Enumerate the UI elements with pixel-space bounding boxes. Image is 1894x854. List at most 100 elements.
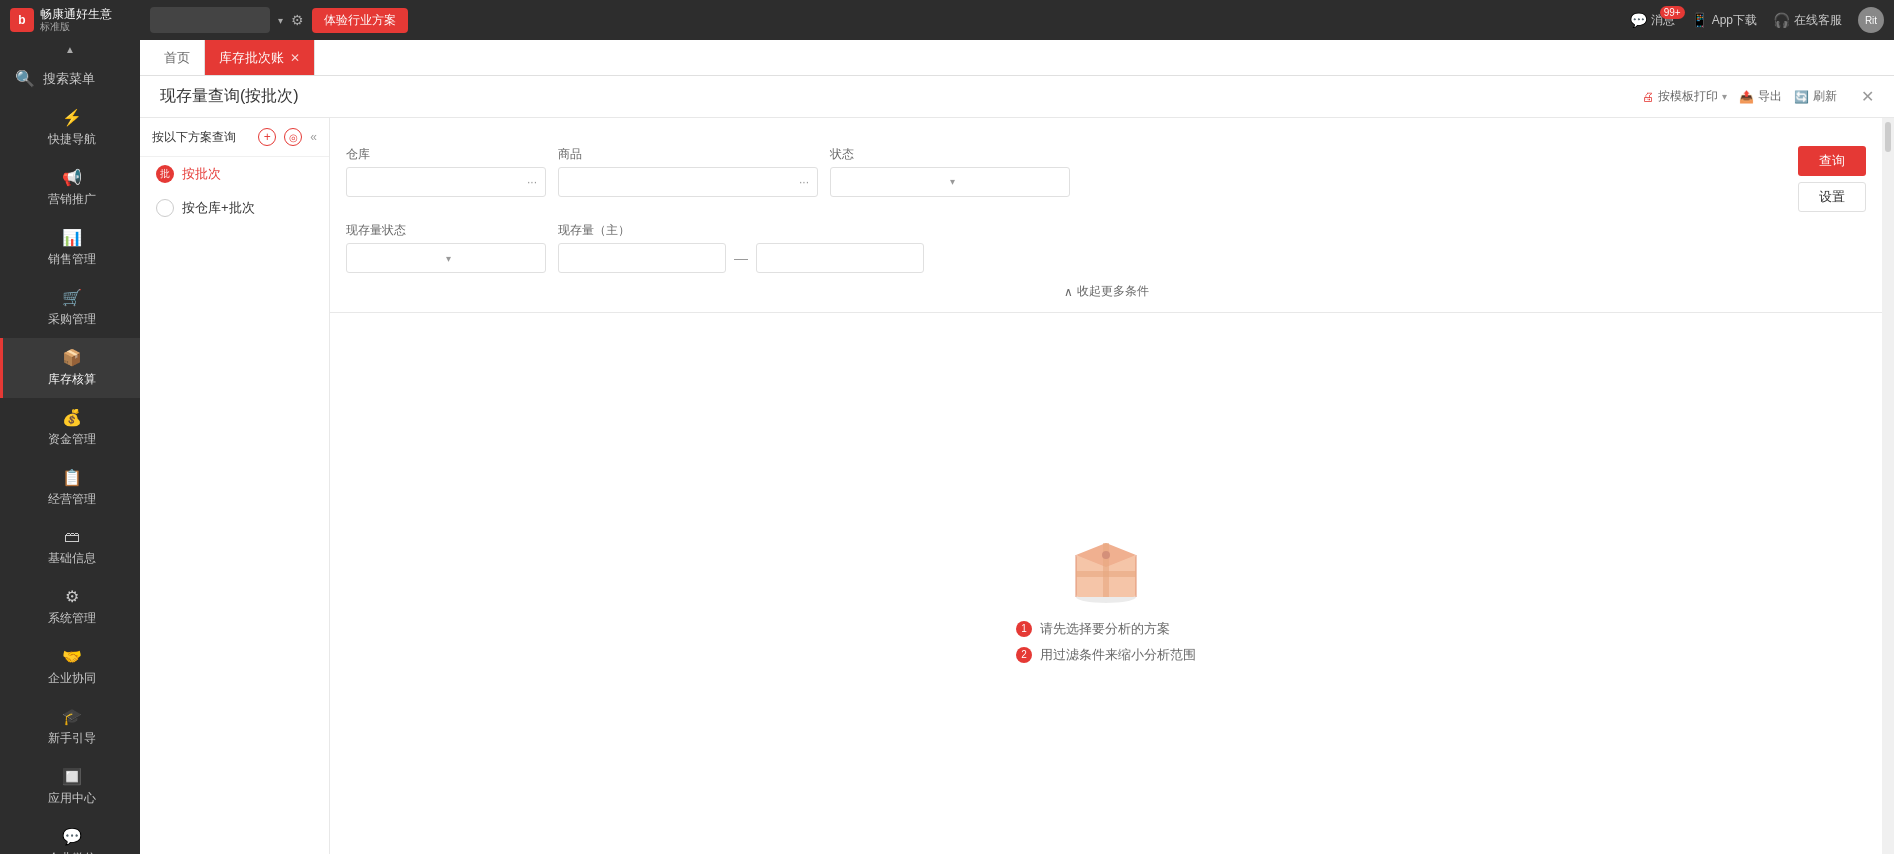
product-input[interactable] [567, 175, 799, 189]
sidebar-item-inventory[interactable]: 📦 库存核算 [0, 338, 140, 398]
apps-icon: 🔲 [62, 767, 82, 786]
sidebar-item-newbie[interactable]: 🎓 新手引导 [0, 697, 140, 757]
quick-nav-icon: ⚡ [62, 108, 82, 127]
warehouse-dots[interactable]: ··· [527, 175, 537, 189]
export-button[interactable]: 📤 导出 [1739, 88, 1782, 105]
search-icon: 🔍 [15, 69, 35, 88]
left-panel-icons: + ◎ « [258, 128, 317, 146]
add-plan-button[interactable]: + [258, 128, 276, 146]
step-text-1: 请先选择要分析的方案 [1040, 620, 1170, 638]
content-area: 首页 库存批次账 ✕ 现存量查询(按批次) 🖨 按模板打印 ▾ 📤 导出 [140, 40, 1894, 854]
tab-home[interactable]: 首页 [150, 40, 205, 75]
user-avatar[interactable]: Rit [1858, 7, 1884, 33]
filter-row-1: 仓库 ··· 商品 ··· [346, 130, 1866, 212]
app-download-button[interactable]: 📱 App下载 [1691, 12, 1757, 29]
stock-status-label: 现存量状态 [346, 222, 546, 239]
step-text-2: 用过滤条件来缩小分析范围 [1040, 646, 1196, 664]
header-right: 💬 消息 99+ 📱 App下载 🎧 在线客服 Rit [1630, 7, 1884, 33]
sidebar-item-purchase[interactable]: 🛒 采购管理 [0, 278, 140, 338]
filter-row-2: 现存量状态 ▾ 现存量（主） [346, 222, 1866, 273]
left-panel-collapse-button[interactable]: « [310, 130, 317, 144]
purchase-icon: 🛒 [62, 288, 82, 307]
newbie-icon: 🎓 [62, 707, 82, 726]
right-panel: 仓库 ··· 商品 ··· [330, 118, 1882, 854]
stock-qty-min-input[interactable] [567, 251, 717, 265]
empty-state: 1 请先选择要分析的方案 2 用过滤条件来缩小分析范围 [330, 313, 1882, 854]
sidebar: ▲ 🔍 搜索菜单 ⚡ 快捷导航 📢 营销推广 📊 销售管理 🛒 采购管理 📦 库… [0, 40, 140, 854]
filter-buttons: 查询 设置 [1798, 146, 1866, 212]
settings-button[interactable]: 设置 [1798, 182, 1866, 212]
sidebar-item-search[interactable]: 🔍 搜索菜单 [0, 59, 140, 98]
logo-icon: b [10, 8, 34, 32]
sidebar-item-apps[interactable]: 🔲 应用中心 [0, 757, 140, 817]
filter-area: 仓库 ··· 商品 ··· [330, 118, 1882, 313]
print-icon: 🖨 [1642, 90, 1654, 104]
print-button[interactable]: 🖨 按模板打印 ▾ [1642, 88, 1727, 105]
enterprise-icon: 🤝 [62, 647, 82, 666]
warehouse-label: 仓库 [346, 146, 546, 163]
tab-inventory-batch[interactable]: 库存批次账 ✕ [205, 40, 315, 75]
sidebar-item-enterprise[interactable]: 🤝 企业协同 [0, 637, 140, 697]
query-button[interactable]: 查询 [1798, 146, 1866, 176]
product-input-wrap[interactable]: ··· [558, 167, 818, 197]
sidebar-item-marketing[interactable]: 📢 营销推广 [0, 158, 140, 218]
plan-item-by-batch[interactable]: 批 按批次 [140, 157, 329, 191]
sidebar-item-wechat[interactable]: 💬 企业微信 [0, 817, 140, 854]
target-plan-button[interactable]: ◎ [284, 128, 302, 146]
sidebar-item-finance[interactable]: 💰 资金管理 [0, 398, 140, 458]
status-label: 状态 [830, 146, 1070, 163]
status-select[interactable]: ▾ [830, 167, 1070, 197]
warehouse-input-wrap[interactable]: ··· [346, 167, 546, 197]
page-actions: 🖨 按模板打印 ▾ 📤 导出 🔄 刷新 ✕ [1642, 87, 1874, 106]
status-dropdown-arrow: ▾ [950, 176, 1061, 187]
stock-qty-dash: — [734, 250, 748, 266]
plan-icon-by-batch: 批 [156, 165, 174, 183]
stock-qty-max-input[interactable] [765, 251, 915, 265]
product-dots[interactable]: ··· [799, 175, 809, 189]
sales-icon: 📊 [62, 228, 82, 247]
export-icon: 📤 [1739, 90, 1754, 104]
inventory-icon: 📦 [62, 348, 82, 367]
header-settings-icon[interactable]: ⚙ [291, 12, 304, 28]
sidebar-item-sales[interactable]: 📊 销售管理 [0, 218, 140, 278]
app-title: 畅康通好生意 [40, 7, 112, 21]
collapse-more-label: 收起更多条件 [1077, 283, 1149, 300]
trial-button[interactable]: 体验行业方案 [312, 8, 408, 33]
right-scrollbar[interactable] [1882, 118, 1894, 854]
sidebar-item-operations[interactable]: 📋 经营管理 [0, 458, 140, 518]
sidebar-item-quick-nav[interactable]: ⚡ 快捷导航 [0, 98, 140, 158]
page-close-button[interactable]: ✕ [1861, 87, 1874, 106]
refresh-button[interactable]: 🔄 刷新 [1794, 88, 1837, 105]
collapse-more-button[interactable]: ∧ 收起更多条件 [346, 283, 1866, 300]
status-filter: 状态 ▾ [830, 146, 1070, 197]
main-layout: ▲ 🔍 搜索菜单 ⚡ 快捷导航 📢 营销推广 📊 销售管理 🛒 采购管理 📦 库… [0, 40, 1894, 854]
header-dropdown-arrow[interactable]: ▾ [278, 15, 283, 26]
stock-status-select[interactable]: ▾ [346, 243, 546, 273]
page-header: 现存量查询(按批次) 🖨 按模板打印 ▾ 📤 导出 🔄 刷新 ✕ [140, 76, 1894, 118]
step-num-1: 1 [1016, 621, 1032, 637]
tab-bar: 首页 库存批次账 ✕ [140, 40, 1894, 76]
warehouse-filter: 仓库 ··· [346, 146, 546, 197]
stock-status-arrow: ▾ [446, 253, 537, 264]
marketing-icon: 📢 [62, 168, 82, 187]
sidebar-item-system[interactable]: ⚙ 系统管理 [0, 577, 140, 637]
print-dropdown-arrow[interactable]: ▾ [1722, 91, 1727, 102]
system-icon: ⚙ [65, 587, 79, 606]
empty-step-2: 2 用过滤条件来缩小分析范围 [1016, 646, 1196, 664]
left-panel-title: 按以下方案查询 [152, 129, 236, 146]
sidebar-item-basic[interactable]: 🗃 基础信息 [0, 518, 140, 577]
header-search-box[interactable] [150, 7, 270, 33]
sidebar-scroll-up[interactable]: ▲ [0, 40, 140, 59]
tab-close-icon[interactable]: ✕ [290, 51, 300, 65]
stock-qty-min-input-wrap[interactable] [558, 243, 726, 273]
plan-item-by-warehouse-batch[interactable]: 按仓库+批次 [140, 191, 329, 225]
plan-icon-warehouse-batch [156, 199, 174, 217]
message-button[interactable]: 💬 消息 99+ [1630, 12, 1675, 29]
warehouse-input[interactable] [355, 175, 527, 189]
stock-quantity-label: 现存量（主） [558, 222, 924, 239]
version-tag: 标准版 [40, 21, 112, 33]
finance-icon: 💰 [62, 408, 82, 427]
stock-qty-max-input-wrap[interactable] [756, 243, 924, 273]
operations-icon: 📋 [62, 468, 82, 487]
online-service-button[interactable]: 🎧 在线客服 [1773, 12, 1842, 29]
